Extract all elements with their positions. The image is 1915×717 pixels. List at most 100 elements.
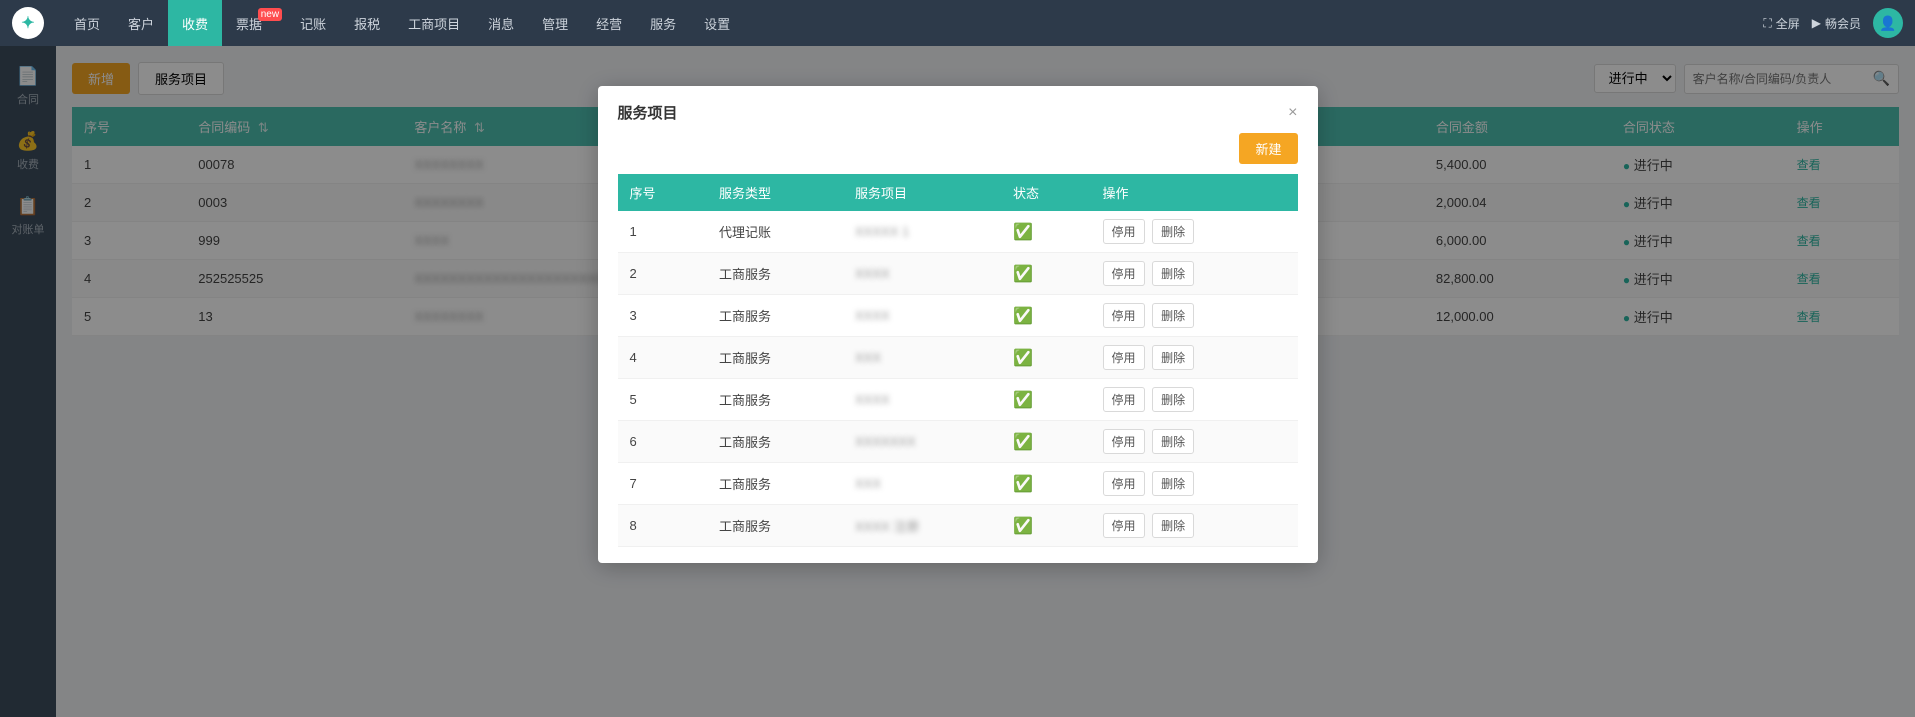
stop-button[interactable]: 停用 bbox=[1103, 429, 1145, 454]
modal-cell-type: 工商服务 bbox=[707, 337, 843, 379]
modal-cell-item: XXXX 注册 bbox=[843, 505, 1001, 547]
delete-button[interactable]: 删除 bbox=[1152, 387, 1194, 412]
nav-home[interactable]: 首页 bbox=[60, 0, 114, 46]
modal-table-row: 4 工商服务 XXX ✅ 停用 删除 bbox=[618, 337, 1298, 379]
status-check-icon: ✅ bbox=[1013, 308, 1033, 325]
modal-cell-status: ✅ bbox=[1001, 505, 1091, 547]
fullscreen-icon: ⛶ bbox=[1763, 16, 1771, 31]
new-badge: new bbox=[258, 8, 282, 21]
modal-cell-type: 工商服务 bbox=[707, 295, 843, 337]
modal-cell-seq: 8 bbox=[618, 505, 708, 547]
stop-button[interactable]: 停用 bbox=[1103, 261, 1145, 286]
modal-table-row: 7 工商服务 XXX ✅ 停用 删除 bbox=[618, 463, 1298, 505]
nav-commerce[interactable]: 工商项目 bbox=[394, 0, 474, 46]
nav-customer[interactable]: 客户 bbox=[114, 0, 168, 46]
modal-cell-seq: 1 bbox=[618, 211, 708, 253]
modal-cell-status: ✅ bbox=[1001, 253, 1091, 295]
modal-table-row: 3 工商服务 XXXX ✅ 停用 删除 bbox=[618, 295, 1298, 337]
stop-button[interactable]: 停用 bbox=[1103, 387, 1145, 412]
nav-fee[interactable]: 收费 bbox=[168, 0, 222, 46]
status-check-icon: ✅ bbox=[1013, 518, 1033, 535]
nav-bookkeeping[interactable]: 记账 bbox=[286, 0, 340, 46]
modal-table-row: 6 工商服务 XXXXXXX ✅ 停用 删除 bbox=[618, 421, 1298, 463]
status-check-icon: ✅ bbox=[1013, 224, 1033, 241]
vip-icon: ▶ bbox=[1812, 16, 1821, 30]
nav-tax[interactable]: 报税 bbox=[340, 0, 394, 46]
modal-title: 服务项目 bbox=[618, 102, 678, 123]
modal-cell-seq: 6 bbox=[618, 421, 708, 463]
modal-cell-status: ✅ bbox=[1001, 421, 1091, 463]
nav-items: 首页 客户 收费 票据 new 记账 报税 工商项目 消息 管理 经营 服务 设… bbox=[60, 0, 1763, 46]
status-check-icon: ✅ bbox=[1013, 350, 1033, 367]
modal-col-type: 服务类型 bbox=[707, 174, 843, 211]
modal-cell-type: 工商服务 bbox=[707, 421, 843, 463]
stop-button[interactable]: 停用 bbox=[1103, 513, 1145, 538]
modal-table-row: 2 工商服务 XXXX ✅ 停用 删除 bbox=[618, 253, 1298, 295]
modal-cell-status: ✅ bbox=[1001, 463, 1091, 505]
modal-toolbar: 新建 bbox=[598, 133, 1318, 174]
top-navigation: ✦ 首页 客户 收费 票据 new 记账 报税 工商项目 消息 管理 经营 服务… bbox=[0, 0, 1915, 46]
modal-cell-type: 工商服务 bbox=[707, 463, 843, 505]
modal-cell-status: ✅ bbox=[1001, 211, 1091, 253]
modal-cell-seq: 4 bbox=[618, 337, 708, 379]
fullscreen-btn[interactable]: ⛶ 全屏 bbox=[1763, 15, 1799, 32]
delete-button[interactable]: 删除 bbox=[1152, 513, 1194, 538]
modal-header: 服务项目 × bbox=[598, 86, 1318, 133]
delete-button[interactable]: 删除 bbox=[1152, 219, 1194, 244]
delete-button[interactable]: 删除 bbox=[1152, 345, 1194, 370]
modal-cell-type: 工商服务 bbox=[707, 505, 843, 547]
modal-cell-seq: 3 bbox=[618, 295, 708, 337]
nav-manage[interactable]: 管理 bbox=[528, 0, 582, 46]
stop-button[interactable]: 停用 bbox=[1103, 345, 1145, 370]
modal-cell-type: 工商服务 bbox=[707, 379, 843, 421]
stop-button[interactable]: 停用 bbox=[1103, 219, 1145, 244]
stop-button[interactable]: 停用 bbox=[1103, 471, 1145, 496]
modal-cell-ops: 停用 删除 bbox=[1091, 337, 1298, 379]
modal-cell-item: XXXXXXX bbox=[843, 421, 1001, 463]
modal-col-status: 状态 bbox=[1001, 174, 1091, 211]
modal-cell-ops: 停用 删除 bbox=[1091, 211, 1298, 253]
modal-cell-status: ✅ bbox=[1001, 295, 1091, 337]
status-check-icon: ✅ bbox=[1013, 266, 1033, 283]
modal-col-seq: 序号 bbox=[618, 174, 708, 211]
vip-btn[interactable]: ▶ 畅会员 bbox=[1812, 15, 1861, 32]
modal-cell-item: XXX bbox=[843, 337, 1001, 379]
delete-button[interactable]: 删除 bbox=[1152, 471, 1194, 496]
modal-cell-ops: 停用 删除 bbox=[1091, 253, 1298, 295]
modal-cell-ops: 停用 删除 bbox=[1091, 379, 1298, 421]
modal-close-button[interactable]: × bbox=[1288, 105, 1297, 121]
avatar[interactable]: 👤 bbox=[1873, 8, 1903, 38]
nav-message[interactable]: 消息 bbox=[474, 0, 528, 46]
modal-cell-item: XXXX bbox=[843, 253, 1001, 295]
status-check-icon: ✅ bbox=[1013, 476, 1033, 493]
service-items-table: 序号 服务类型 服务项目 状态 操作 1 代理记账 XXXXX 1 ✅ 停用 删… bbox=[618, 174, 1298, 547]
modal-cell-ops: 停用 删除 bbox=[1091, 421, 1298, 463]
modal-cell-type: 代理记账 bbox=[707, 211, 843, 253]
modal-table-row: 1 代理记账 XXXXX 1 ✅ 停用 删除 bbox=[618, 211, 1298, 253]
modal-cell-item: XXXXX 1 bbox=[843, 211, 1001, 253]
right-tools: ⛶ 全屏 ▶ 畅会员 👤 bbox=[1763, 8, 1903, 38]
modal-new-button[interactable]: 新建 bbox=[1239, 133, 1297, 164]
stop-button[interactable]: 停用 bbox=[1103, 303, 1145, 328]
status-check-icon: ✅ bbox=[1013, 392, 1033, 409]
delete-button[interactable]: 删除 bbox=[1152, 303, 1194, 328]
nav-settings[interactable]: 设置 bbox=[690, 0, 744, 46]
modal-cell-type: 工商服务 bbox=[707, 253, 843, 295]
modal-cell-item: XXXX bbox=[843, 379, 1001, 421]
modal-cell-status: ✅ bbox=[1001, 379, 1091, 421]
modal-table-row: 5 工商服务 XXXX ✅ 停用 删除 bbox=[618, 379, 1298, 421]
modal-cell-item: XXXX bbox=[843, 295, 1001, 337]
modal-body: 序号 服务类型 服务项目 状态 操作 1 代理记账 XXXXX 1 ✅ 停用 删… bbox=[598, 174, 1318, 563]
modal-cell-ops: 停用 删除 bbox=[1091, 505, 1298, 547]
nav-service[interactable]: 服务 bbox=[636, 0, 690, 46]
delete-button[interactable]: 删除 bbox=[1152, 261, 1194, 286]
modal-cell-seq: 7 bbox=[618, 463, 708, 505]
nav-invoice[interactable]: 票据 new bbox=[222, 0, 286, 46]
modal-cell-seq: 2 bbox=[618, 253, 708, 295]
delete-button[interactable]: 删除 bbox=[1152, 429, 1194, 454]
modal-overlay[interactable]: 服务项目 × 新建 序号 服务类型 服务项目 状态 操作 1 代理记账 bbox=[0, 46, 1915, 717]
service-project-modal: 服务项目 × 新建 序号 服务类型 服务项目 状态 操作 1 代理记账 bbox=[598, 86, 1318, 563]
nav-operation[interactable]: 经营 bbox=[582, 0, 636, 46]
modal-cell-item: XXX bbox=[843, 463, 1001, 505]
modal-cell-ops: 停用 删除 bbox=[1091, 295, 1298, 337]
